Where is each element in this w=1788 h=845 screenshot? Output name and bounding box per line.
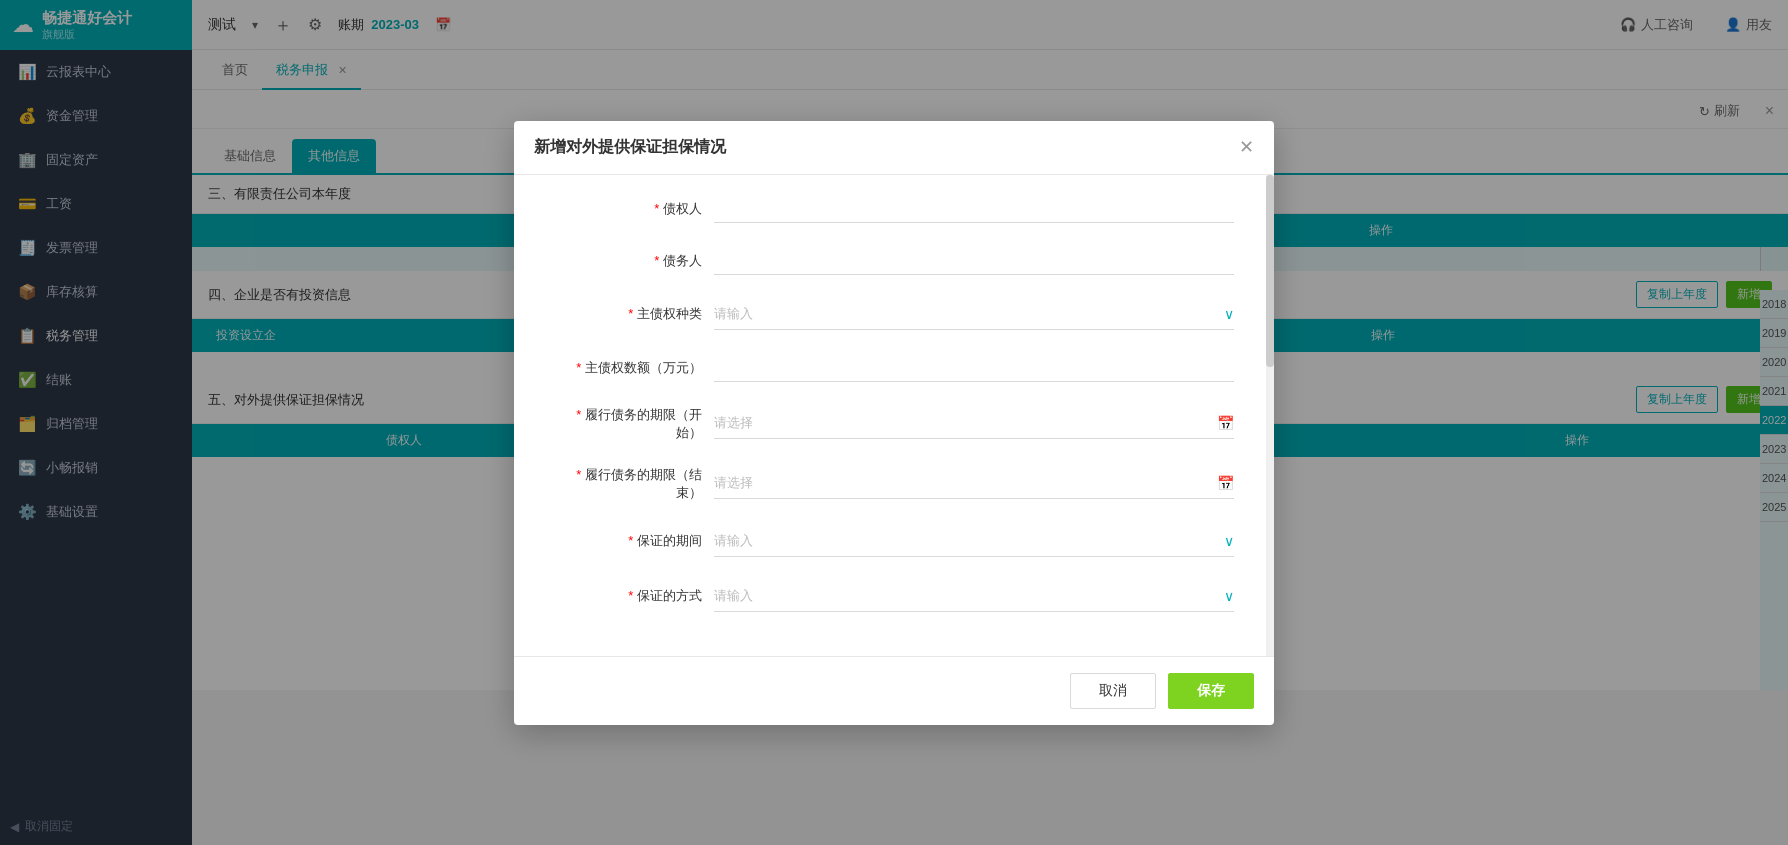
- chevron-down-icon-2: ∨: [1224, 533, 1234, 549]
- date-end-placeholder: 请选择: [714, 474, 1217, 492]
- form-row-zhuzhaiquanzlei: * 主债权种类 请输入 ∨: [554, 299, 1234, 330]
- select-baozhen-fangshi-placeholder: 请输入: [714, 587, 1224, 605]
- label-zhaiwuren: * 债务人: [554, 252, 714, 270]
- select-zhuzhaiquanzlei-placeholder: 请输入: [714, 305, 1224, 323]
- form-row-lvxing-end: * 履行债务的期限（结束） 请选择 📅: [554, 466, 1234, 502]
- select-zhuzhaiquanzlei[interactable]: 请输入 ∨: [714, 299, 1234, 330]
- label-zhaiquanren: * 债权人: [554, 200, 714, 218]
- modal-body: * 债权人 * 债务人 * 主债权种: [514, 175, 1274, 656]
- date-lvxing-start[interactable]: 请选择 📅: [714, 408, 1234, 439]
- modal-close-button[interactable]: ✕: [1239, 138, 1254, 156]
- cancel-button[interactable]: 取消: [1070, 673, 1156, 709]
- chevron-down-icon-3: ∨: [1224, 588, 1234, 604]
- label-baozhen-fangshi: * 保证的方式: [554, 587, 714, 605]
- chevron-down-icon: ∨: [1224, 306, 1234, 322]
- label-zhuzhaiquanshu: * 主债权数额（万元）: [554, 359, 714, 377]
- date-start-placeholder: 请选择: [714, 414, 1217, 432]
- input-zhaiquanren[interactable]: [714, 195, 1234, 223]
- form-row-zhaiwuren: * 债务人: [554, 247, 1234, 275]
- modal-overlay: 新增对外提供保证担保情况 ✕ * 债权人: [0, 0, 1788, 845]
- modal-title: 新增对外提供保证担保情况: [534, 137, 726, 158]
- label-lvxing-end: * 履行债务的期限（结束）: [554, 466, 714, 502]
- label-baozhenqijian: * 保证的期间: [554, 532, 714, 550]
- form-row-zhaiquanren: * 债权人: [554, 195, 1234, 223]
- modal-dialog: 新增对外提供保证担保情况 ✕ * 债权人: [514, 121, 1274, 725]
- label-lvxing-start: * 履行债务的期限（开始）: [554, 406, 714, 442]
- calendar-end-icon: 📅: [1217, 475, 1234, 491]
- label-zhuzhaiquanzlei: * 主债权种类: [554, 305, 714, 323]
- input-zhaiwuren[interactable]: [714, 247, 1234, 275]
- modal-footer: 取消 保存: [514, 656, 1274, 725]
- save-button[interactable]: 保存: [1168, 673, 1254, 709]
- modal-header: 新增对外提供保证担保情况 ✕: [514, 121, 1274, 175]
- form-row-zhuzhaiquanshu: * 主债权数额（万元）: [554, 354, 1234, 382]
- select-baozhenqijian[interactable]: 请输入 ∨: [714, 526, 1234, 557]
- input-zhuzhaiquanshu[interactable]: [714, 354, 1234, 382]
- form-row-lvxing-start: * 履行债务的期限（开始） 请选择 📅: [554, 406, 1234, 442]
- calendar-start-icon: 📅: [1217, 415, 1234, 431]
- form-row-baozhenqijian: * 保证的期间 请输入 ∨: [554, 526, 1234, 557]
- select-baozhenqijian-placeholder: 请输入: [714, 532, 1224, 550]
- select-baozhen-fangshi[interactable]: 请输入 ∨: [714, 581, 1234, 612]
- date-lvxing-end[interactable]: 请选择 📅: [714, 468, 1234, 499]
- form-row-baozhen-fangshi: * 保证的方式 请输入 ∨: [554, 581, 1234, 612]
